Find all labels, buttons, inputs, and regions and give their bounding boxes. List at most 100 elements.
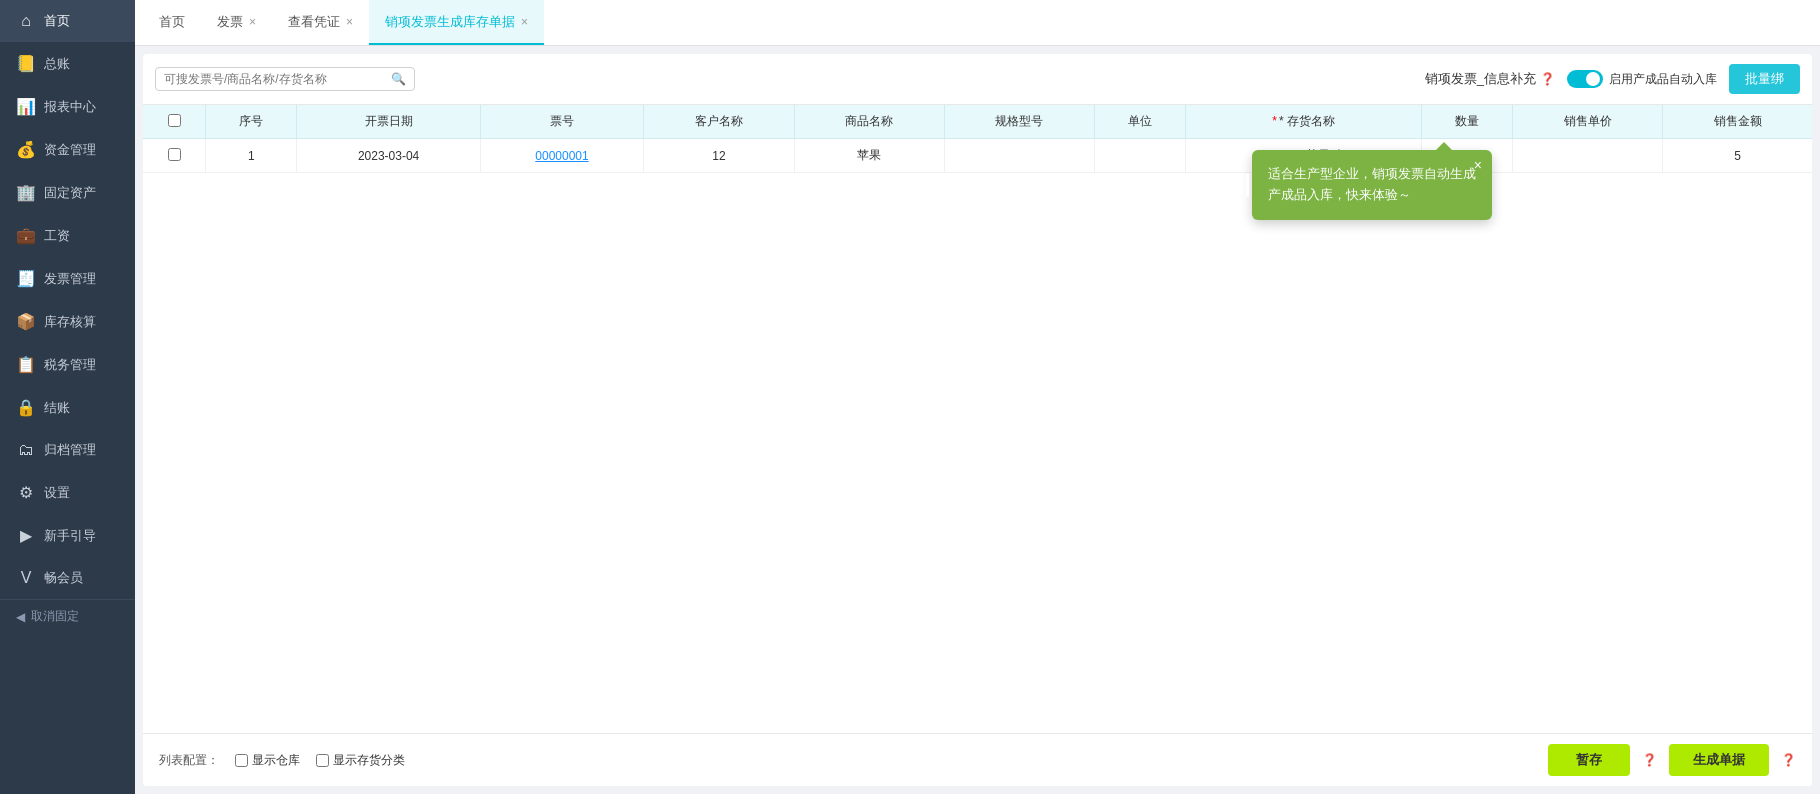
search-icon[interactable]: 🔍: [391, 72, 406, 86]
tab-home[interactable]: 首页: [143, 0, 201, 45]
tooltip-text: 适合生产型企业，销项发票自动生成产成品入库，快来体验～: [1268, 166, 1476, 202]
sidebar-item-ledger[interactable]: 📒 总账: [0, 42, 135, 85]
asset-icon: 🏢: [16, 183, 36, 202]
archive-icon: 🗂: [16, 441, 36, 459]
show-warehouse-checkbox[interactable]: [235, 754, 248, 767]
th-seq: 序号: [206, 105, 297, 139]
tab-cancel-invoice[interactable]: 销项发票生成库存单据 ×: [369, 0, 544, 45]
sidebar-item-label: 新手引导: [44, 527, 96, 545]
footer-buttons: 暂存 ❓ 生成单据 ❓: [1548, 744, 1796, 776]
main-area: 首页 发票 × 查看凭证 × 销项发票生成库存单据 × 🔍 销项发票_信息补充 …: [135, 0, 1820, 794]
search-wrap[interactable]: 🔍: [155, 67, 415, 91]
tab-invoice-label: 发票: [217, 13, 243, 31]
info-label-area: 销项发票_信息补充 ❓: [1425, 70, 1555, 88]
tab-bar: 首页 发票 × 查看凭证 × 销项发票生成库存单据 ×: [135, 0, 1820, 46]
show-warehouse-item[interactable]: 显示仓库: [235, 752, 300, 769]
td-customer: 12: [644, 139, 794, 173]
tooltip-close-button[interactable]: ×: [1474, 158, 1482, 172]
page-content: 🔍 销项发票_信息补充 ❓ 启用产成品自动入库 批量绑 序号: [143, 54, 1812, 786]
report-icon: 📊: [16, 97, 36, 116]
save-button[interactable]: 暂存: [1548, 744, 1630, 776]
batch-button[interactable]: 批量绑: [1729, 64, 1800, 94]
tooltip-indicator: [1246, 173, 1249, 197]
toggle-label: 启用产成品自动入库: [1609, 71, 1717, 88]
table-header-row: 序号 开票日期 票号 客户名称 商品名称 规格型号 单位 ** 存货名称 数量 …: [143, 105, 1812, 139]
sidebar-item-closing[interactable]: 🔒 结账: [0, 386, 135, 429]
guide-icon: ▶: [16, 526, 36, 545]
td-price: [1513, 139, 1663, 173]
sidebar-item-label: 工资: [44, 227, 70, 245]
sidebar-item-label: 固定资产: [44, 184, 96, 202]
select-all-checkbox[interactable]: [168, 114, 181, 127]
toggle-knob: [1586, 72, 1600, 86]
config-label: 列表配置：: [159, 752, 219, 769]
closing-icon: 🔒: [16, 398, 36, 417]
tab-invoice-close[interactable]: ×: [249, 15, 256, 29]
auto-warehouse-toggle[interactable]: [1567, 70, 1603, 88]
sidebar-item-archive[interactable]: 🗂 归档管理: [0, 429, 135, 471]
generate-help-icon[interactable]: ❓: [1781, 753, 1796, 767]
save-help-icon[interactable]: ❓: [1642, 753, 1657, 767]
unfix-icon: ◀: [16, 610, 25, 624]
td-spec: [944, 139, 1094, 173]
tab-voucher[interactable]: 查看凭证 ×: [272, 0, 369, 45]
payroll-icon: 💼: [16, 226, 36, 245]
sidebar-item-home[interactable]: ⌂ 首页: [0, 0, 135, 42]
sidebar-item-label: 发票管理: [44, 270, 96, 288]
show-category-item[interactable]: 显示存货分类: [316, 752, 405, 769]
generate-button[interactable]: 生成单据: [1669, 744, 1769, 776]
info-label-text: 销项发票_信息补充: [1425, 70, 1536, 88]
sidebar-item-inventory[interactable]: 📦 库存核算: [0, 300, 135, 343]
help-icon[interactable]: ❓: [1540, 72, 1555, 86]
tab-voucher-close[interactable]: ×: [346, 15, 353, 29]
tab-invoice[interactable]: 发票 ×: [201, 0, 272, 45]
toolbar: 🔍 销项发票_信息补充 ❓ 启用产成品自动入库 批量绑: [143, 54, 1812, 105]
sidebar-item-fund[interactable]: 💰 资金管理: [0, 128, 135, 171]
tab-cancel-invoice-close[interactable]: ×: [521, 15, 528, 29]
inventory-icon: 📦: [16, 312, 36, 331]
row-checkbox[interactable]: [168, 148, 181, 161]
td-invoice-no[interactable]: 00000001: [480, 139, 644, 173]
toggle-wrap: 启用产成品自动入库: [1567, 70, 1717, 88]
td-checkbox[interactable]: [143, 139, 206, 173]
sidebar-item-label: 资金管理: [44, 141, 96, 159]
required-star: *: [1272, 114, 1277, 128]
sidebar-item-vip[interactable]: V 畅会员: [0, 557, 135, 599]
fund-icon: 💰: [16, 140, 36, 159]
sidebar-item-label: 首页: [44, 12, 70, 30]
unfix-label: 取消固定: [31, 608, 79, 625]
vip-icon: V: [16, 569, 36, 587]
sidebar-item-invoice[interactable]: 🧾 发票管理: [0, 257, 135, 300]
sidebar-item-report[interactable]: 📊 报表中心: [0, 85, 135, 128]
sidebar-unfix[interactable]: ◀ 取消固定: [0, 599, 135, 633]
td-seq: 1: [206, 139, 297, 173]
sidebar-item-settings[interactable]: ⚙ 设置: [0, 471, 135, 514]
tooltip-popup: × 适合生产型企业，销项发票自动生成产成品入库，快来体验～: [1252, 150, 1492, 220]
tab-home-label: 首页: [159, 13, 185, 31]
main-table: 序号 开票日期 票号 客户名称 商品名称 规格型号 单位 ** 存货名称 数量 …: [143, 105, 1812, 173]
sidebar-item-payroll[interactable]: 💼 工资: [0, 214, 135, 257]
show-category-label: 显示存货分类: [333, 752, 405, 769]
invoice-icon: 🧾: [16, 269, 36, 288]
sidebar-item-label: 归档管理: [44, 441, 96, 459]
th-amount: 销售金额: [1663, 105, 1812, 139]
sidebar-item-label: 库存核算: [44, 313, 96, 331]
td-unit: [1095, 139, 1186, 173]
th-product: 商品名称: [794, 105, 944, 139]
th-customer: 客户名称: [644, 105, 794, 139]
settings-icon: ⚙: [16, 483, 36, 502]
sidebar-item-label: 总账: [44, 55, 70, 73]
sidebar-item-asset[interactable]: 🏢 固定资产: [0, 171, 135, 214]
th-inventory: ** 存货名称: [1186, 105, 1422, 139]
sidebar-item-guide[interactable]: ▶ 新手引导: [0, 514, 135, 557]
show-category-checkbox[interactable]: [316, 754, 329, 767]
th-price: 销售单价: [1513, 105, 1663, 139]
th-checkbox[interactable]: [143, 105, 206, 139]
td-product: 苹果: [794, 139, 944, 173]
invoice-no-link[interactable]: 00000001: [535, 149, 588, 163]
table-row: 1 2023-03-04 00000001 12 苹果 000001 苹果 个 …: [143, 139, 1812, 173]
sidebar-item-tax[interactable]: 📋 税务管理: [0, 343, 135, 386]
search-input[interactable]: [164, 72, 387, 86]
sidebar: ⌂ 首页 📒 总账 📊 报表中心 💰 资金管理 🏢 固定资产 💼 工资 🧾 发票…: [0, 0, 135, 794]
sidebar-item-label: 设置: [44, 484, 70, 502]
